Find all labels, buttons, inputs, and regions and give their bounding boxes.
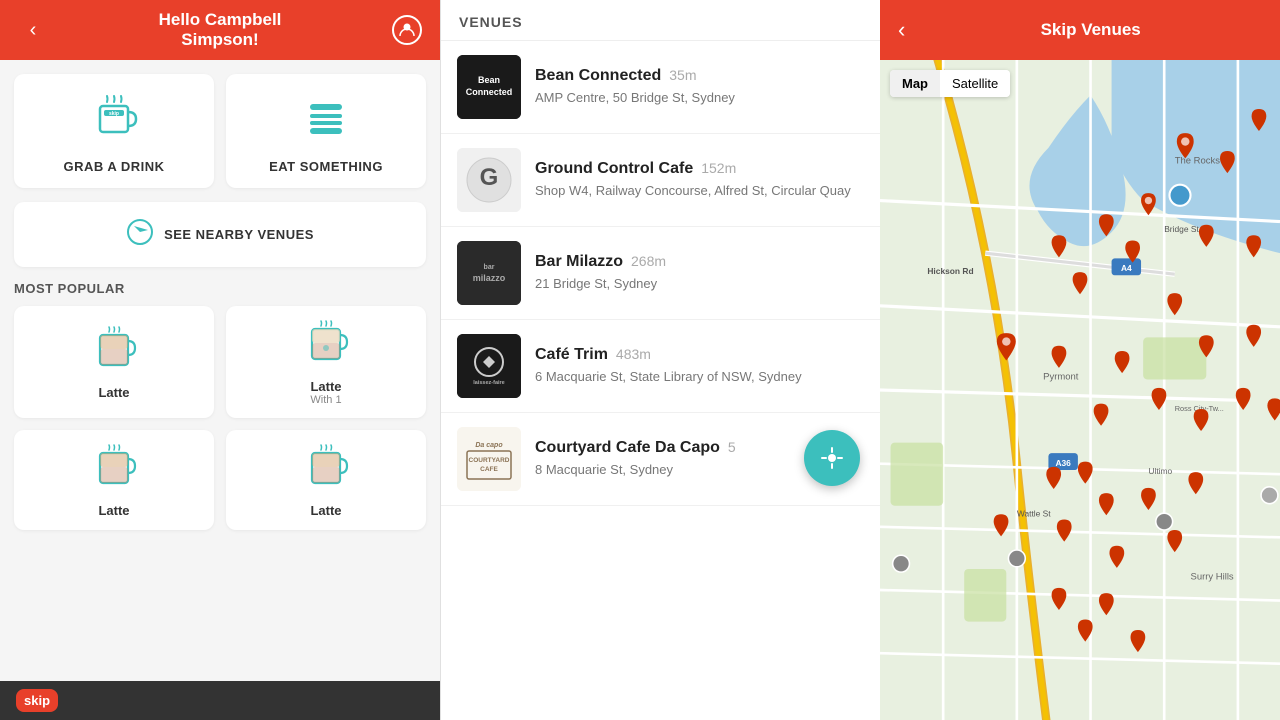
svg-text:Pyrmont: Pyrmont <box>1043 371 1079 382</box>
eat-something-card[interactable]: EAT SOMETHING <box>226 74 426 188</box>
grab-drink-card[interactable]: skip GRAB A DRINK <box>14 74 214 188</box>
burger-icon <box>300 92 352 149</box>
venue-thumb-capo: Da capo COURTYARD CAFE <box>457 427 521 491</box>
profile-icon[interactable] <box>392 15 422 45</box>
venue-dist-capo: 5 <box>728 439 736 455</box>
venue-cafe-trim[interactable]: laissez-faire Café Trim 483m 6 Macquarie… <box>441 320 880 413</box>
venue-thumb-bean: Bean Connected <box>457 55 521 119</box>
nearby-card[interactable]: SEE NEARBY VENUES <box>14 202 426 267</box>
popular-latte-2-sub: With 1 <box>310 394 341 406</box>
svg-text:COURTYARD: COURTYARD <box>469 457 510 464</box>
popular-latte-3[interactable]: Latte <box>14 430 214 530</box>
popular-latte-2[interactable]: Latte With 1 <box>226 306 426 418</box>
venue-info-ground: Ground Control Cafe 152m Shop W4, Railwa… <box>535 160 864 200</box>
latte-icon-3 <box>91 444 137 495</box>
map-toggle-satellite[interactable]: Satellite <box>940 70 1010 97</box>
map-area: Map Satellite <box>880 60 1280 720</box>
greeting-line2: Simpson! <box>181 30 258 49</box>
venue-dist-trim: 483m <box>616 346 651 362</box>
venue-bean-connected[interactable]: Bean Connected Bean Connected 35m AMP Ce… <box>441 41 880 134</box>
venue-addr-ground: Shop W4, Railway Concourse, Alfred St, C… <box>535 182 864 200</box>
svg-text:Surry Hills: Surry Hills <box>1191 571 1234 582</box>
map-toggle-map[interactable]: Map <box>890 70 940 97</box>
venues-header: VENUES <box>441 0 880 41</box>
venue-info-trim: Café Trim 483m 6 Macquarie St, State Lib… <box>535 346 864 386</box>
venue-name-trim: Café Trim <box>535 346 608 364</box>
venue-thumb-milazzo: bar milazzo <box>457 241 521 305</box>
svg-text:A4: A4 <box>1121 263 1132 273</box>
skip-footer: skip <box>0 681 440 720</box>
map-title: Skip Venues <box>919 20 1262 40</box>
svg-text:Ultimo: Ultimo <box>1148 466 1172 476</box>
svg-text:Bridge St: Bridge St <box>1164 224 1199 234</box>
map-back-button[interactable]: ‹ <box>898 17 905 43</box>
popular-latte-1-name: Latte <box>98 385 129 400</box>
venue-dist-ground: 152m <box>701 160 736 176</box>
greeting-line1: Hello Campbell <box>159 10 282 29</box>
location-fab[interactable] <box>804 430 860 486</box>
latte-icon-2 <box>303 320 349 371</box>
back-button[interactable]: ‹ <box>18 19 48 42</box>
svg-text:The Rocks: The Rocks <box>1175 156 1221 167</box>
popular-latte-4-name: Latte <box>310 503 341 518</box>
popular-latte-2-name: Latte <box>310 379 341 394</box>
svg-text:Bean: Bean <box>478 75 500 85</box>
svg-text:Da capo: Da capo <box>475 442 503 449</box>
venue-addr-milazzo: 21 Bridge St, Sydney <box>535 275 864 293</box>
venue-name-milazzo: Bar Milazzo <box>535 253 623 271</box>
svg-text:skip: skip <box>109 111 119 117</box>
map-svg: The Rocks Pyrmont Ultimo Surry Hills Hic… <box>880 60 1280 720</box>
action-grid: skip GRAB A DRINK EAT SOMETHING <box>14 74 426 188</box>
map-toggle: Map Satellite <box>890 70 1010 97</box>
popular-grid: Latte Latte <box>14 306 426 530</box>
popular-latte-1[interactable]: Latte <box>14 306 214 418</box>
venue-addr-trim: 6 Macquarie St, State Library of NSW, Sy… <box>535 368 864 386</box>
venue-name-capo: Courtyard Cafe Da Capo <box>535 439 720 457</box>
venue-dist-milazzo: 268m <box>631 253 666 269</box>
left-panel: ‹ Hello Campbell Simpson! <box>0 0 440 720</box>
most-popular-title: MOST POPULAR <box>14 281 426 296</box>
map-panel: ‹ Skip Venues Map Satellite <box>880 0 1280 720</box>
svg-text:bar: bar <box>484 264 495 271</box>
venue-name-ground: Ground Control Cafe <box>535 160 693 178</box>
latte-icon-4 <box>303 444 349 495</box>
venue-addr-bean: AMP Centre, 50 Bridge St, Sydney <box>535 89 864 107</box>
nearby-label: SEE NEARBY VENUES <box>164 227 314 242</box>
venue-ground-control[interactable]: G Ground Control Cafe 152m Shop W4, Rail… <box>441 134 880 227</box>
venue-info-bean: Bean Connected 35m AMP Centre, 50 Bridge… <box>535 67 864 107</box>
map-header: ‹ Skip Venues <box>880 0 1280 60</box>
venue-thumb-ground: G <box>457 148 521 212</box>
skip-logo-text: skip <box>24 693 50 708</box>
cup-icon: skip <box>88 92 140 149</box>
eat-something-label: EAT SOMETHING <box>269 159 383 174</box>
svg-text:Connected: Connected <box>466 87 513 97</box>
venue-bar-milazzo[interactable]: bar milazzo Bar Milazzo 268m 21 Bridge S… <box>441 227 880 320</box>
svg-text:Wattle St: Wattle St <box>1017 508 1051 518</box>
venues-title: VENUES <box>459 14 523 30</box>
venue-info-milazzo: Bar Milazzo 268m 21 Bridge St, Sydney <box>535 253 864 293</box>
venue-thumb-trim: laissez-faire <box>457 334 521 398</box>
venue-dist-bean: 35m <box>669 67 696 83</box>
svg-text:milazzo: milazzo <box>473 273 506 283</box>
svg-text:laissez-faire: laissez-faire <box>473 380 505 386</box>
skip-logo: skip <box>16 689 58 712</box>
left-header: ‹ Hello Campbell Simpson! <box>0 0 440 60</box>
svg-text:CAFE: CAFE <box>480 466 498 473</box>
popular-latte-3-name: Latte <box>98 503 129 518</box>
svg-text:A36: A36 <box>1055 458 1071 468</box>
greeting-title: Hello Campbell Simpson! <box>48 10 392 50</box>
grab-drink-label: GRAB A DRINK <box>63 159 164 174</box>
latte-icon-1 <box>91 326 137 377</box>
venues-panel: VENUES Bean Connected Bean Connected 35m… <box>440 0 880 720</box>
venues-list: Bean Connected Bean Connected 35m AMP Ce… <box>441 41 880 720</box>
svg-text:G: G <box>480 164 499 191</box>
venue-name-bean: Bean Connected <box>535 67 661 85</box>
popular-latte-4[interactable]: Latte <box>226 430 426 530</box>
left-content: skip GRAB A DRINK EAT SOMETHING <box>0 60 440 681</box>
nearby-icon <box>126 218 154 251</box>
svg-text:Hickson Rd: Hickson Rd <box>927 266 973 276</box>
